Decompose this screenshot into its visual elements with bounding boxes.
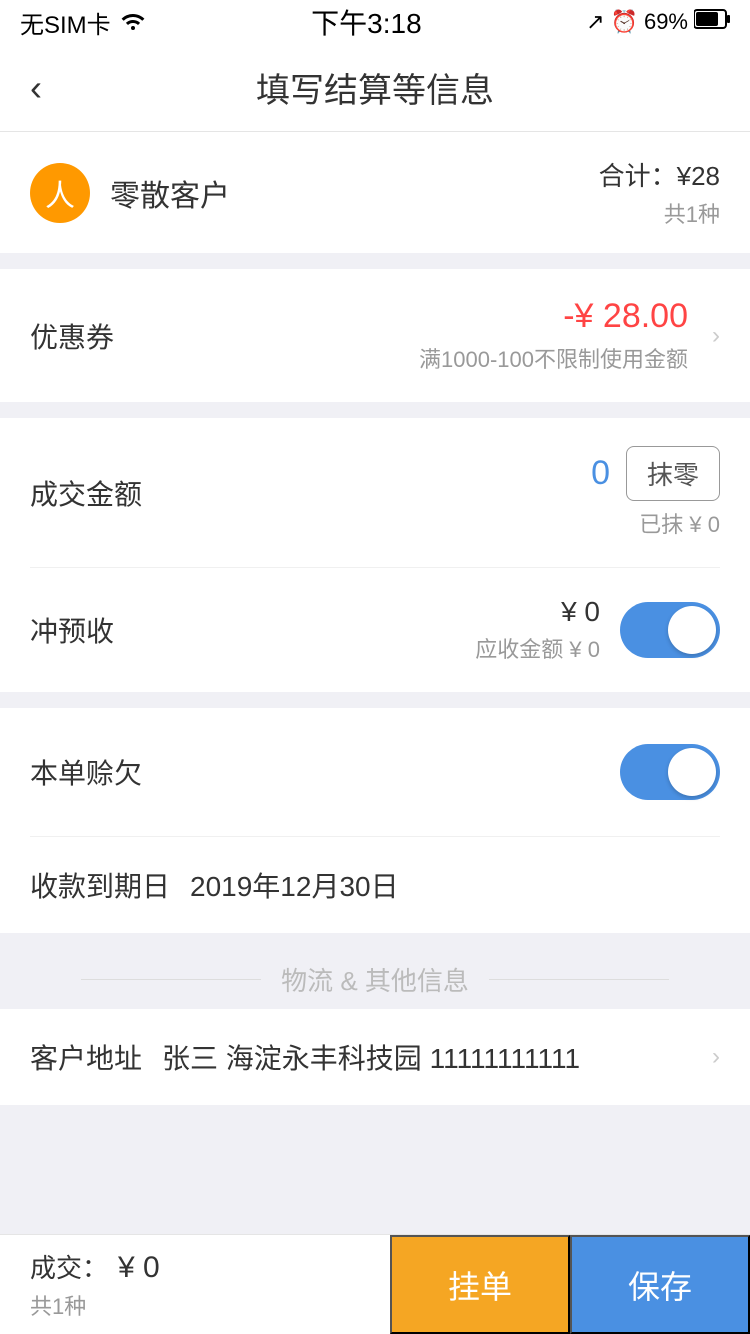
customer-name: 零散客户 (110, 171, 230, 215)
address-section: 客户地址 张三 海淀永丰科技园 11111111111 › (0, 1009, 750, 1105)
prepayment-right: ¥ 0 应收金额 ¥ 0 (475, 596, 720, 664)
bottom-count: 共1种 (30, 1289, 390, 1321)
back-button[interactable]: ‹ (30, 67, 42, 109)
debt-toggle-knob (668, 748, 716, 796)
customer-section: 人 零散客户 合计：¥28 共1种 (0, 132, 750, 253)
avatar-icon: 人 (45, 171, 75, 215)
transaction-label: 成交金额 (30, 473, 142, 513)
transaction-section: 成交金额 0 抹零 已抹 ¥ 0 冲预收 ¥ 0 应收金额 ¥ 0 (0, 418, 750, 692)
battery-text: 69% (644, 9, 688, 35)
prepayment-sub: 应收金额 ¥ 0 (475, 632, 600, 664)
sep-line-right (489, 979, 669, 980)
bottom-deal-amount: ¥ 0 (118, 1251, 160, 1285)
location-icon: ↗ (586, 9, 604, 35)
content-area: 人 零散客户 合计：¥28 共1种 优惠券 -¥ 28.00 满1000-100… (0, 132, 750, 1221)
customer-row: 人 零散客户 合计：¥28 共1种 (0, 132, 750, 253)
debt-label: 本单赊欠 (30, 752, 142, 792)
customer-left: 人 零散客户 (30, 163, 230, 223)
customer-summary: 合计：¥28 共1种 (599, 156, 720, 229)
status-time: 下午3:18 (311, 2, 422, 42)
signal-text: 无SIM卡 (20, 5, 111, 40)
bottom-bar: 成交： ¥ 0 共1种 挂单 保存 (0, 1234, 750, 1334)
save-button[interactable]: 保存 (570, 1235, 750, 1334)
coupon-row[interactable]: 优惠券 -¥ 28.00 满1000-100不限制使用金额 › (0, 269, 750, 402)
bottom-deal-label: 成交： (30, 1248, 108, 1285)
customer-count: 共1种 (599, 197, 720, 229)
address-chevron-icon: › (712, 1043, 720, 1071)
status-right: ↗ ⏰ 69% (586, 9, 730, 35)
duedate-value: 2019年12月30日 (190, 865, 399, 905)
bottom-deal: 成交： ¥ 0 (30, 1248, 390, 1285)
alarm-icon: ⏰ (611, 9, 638, 35)
hold-button[interactable]: 挂单 (390, 1235, 570, 1334)
toggle-knob (668, 606, 716, 654)
wifi-icon (119, 8, 147, 37)
debt-section: 本单赊欠 收款到期日 2019年12月30日 (0, 708, 750, 933)
customer-total: 合计：¥28 (599, 156, 720, 193)
round-zero-button[interactable]: 抹零 (626, 446, 720, 501)
chevron-right-icon: › (712, 322, 720, 350)
sep-line-left (81, 979, 261, 980)
address-value: 张三 海淀永丰科技园 11111111111 (162, 1037, 704, 1077)
status-left: 无SIM卡 (20, 5, 147, 40)
transaction-sub: 已抹 ¥ 0 (591, 507, 720, 539)
nav-bar: ‹ 填写结算等信息 (0, 44, 750, 132)
logistics-separator: 物流 & 其他信息 (0, 949, 750, 1009)
status-bar: 无SIM卡 下午3:18 ↗ ⏰ 69% (0, 0, 750, 44)
coupon-amount: -¥ 28.00 (419, 297, 688, 336)
bottom-info: 成交： ¥ 0 共1种 (0, 1235, 390, 1334)
coupon-label: 优惠券 (30, 316, 114, 356)
transaction-row: 成交金额 0 抹零 已抹 ¥ 0 (0, 418, 750, 567)
address-label: 客户地址 (30, 1037, 142, 1077)
logistics-label: 物流 & 其他信息 (281, 961, 469, 998)
coupon-right: -¥ 28.00 满1000-100不限制使用金额 › (419, 297, 720, 374)
prepayment-amount: ¥ 0 (475, 596, 600, 628)
prepayment-toggle[interactable] (620, 602, 720, 658)
coupon-desc: 满1000-100不限制使用金额 (419, 342, 688, 374)
address-row[interactable]: 客户地址 张三 海淀永丰科技园 11111111111 › (0, 1009, 750, 1105)
avatar: 人 (30, 163, 90, 223)
duedate-row: 收款到期日 2019年12月30日 (0, 837, 750, 933)
prepayment-row: 冲预收 ¥ 0 应收金额 ¥ 0 (0, 568, 750, 692)
page-title: 填写结算等信息 (256, 63, 494, 112)
debt-toggle[interactable] (620, 744, 720, 800)
logistics-sep-inner: 物流 & 其他信息 (81, 961, 669, 998)
battery-icon (694, 9, 730, 35)
transaction-value[interactable]: 0 (591, 454, 610, 493)
prepayment-label: 冲预收 (30, 610, 114, 650)
transaction-amount-area: 0 抹零 (591, 446, 720, 501)
duedate-label: 收款到期日 (30, 865, 170, 905)
coupon-section[interactable]: 优惠券 -¥ 28.00 满1000-100不限制使用金额 › (0, 269, 750, 402)
debt-row: 本单赊欠 (0, 708, 750, 836)
